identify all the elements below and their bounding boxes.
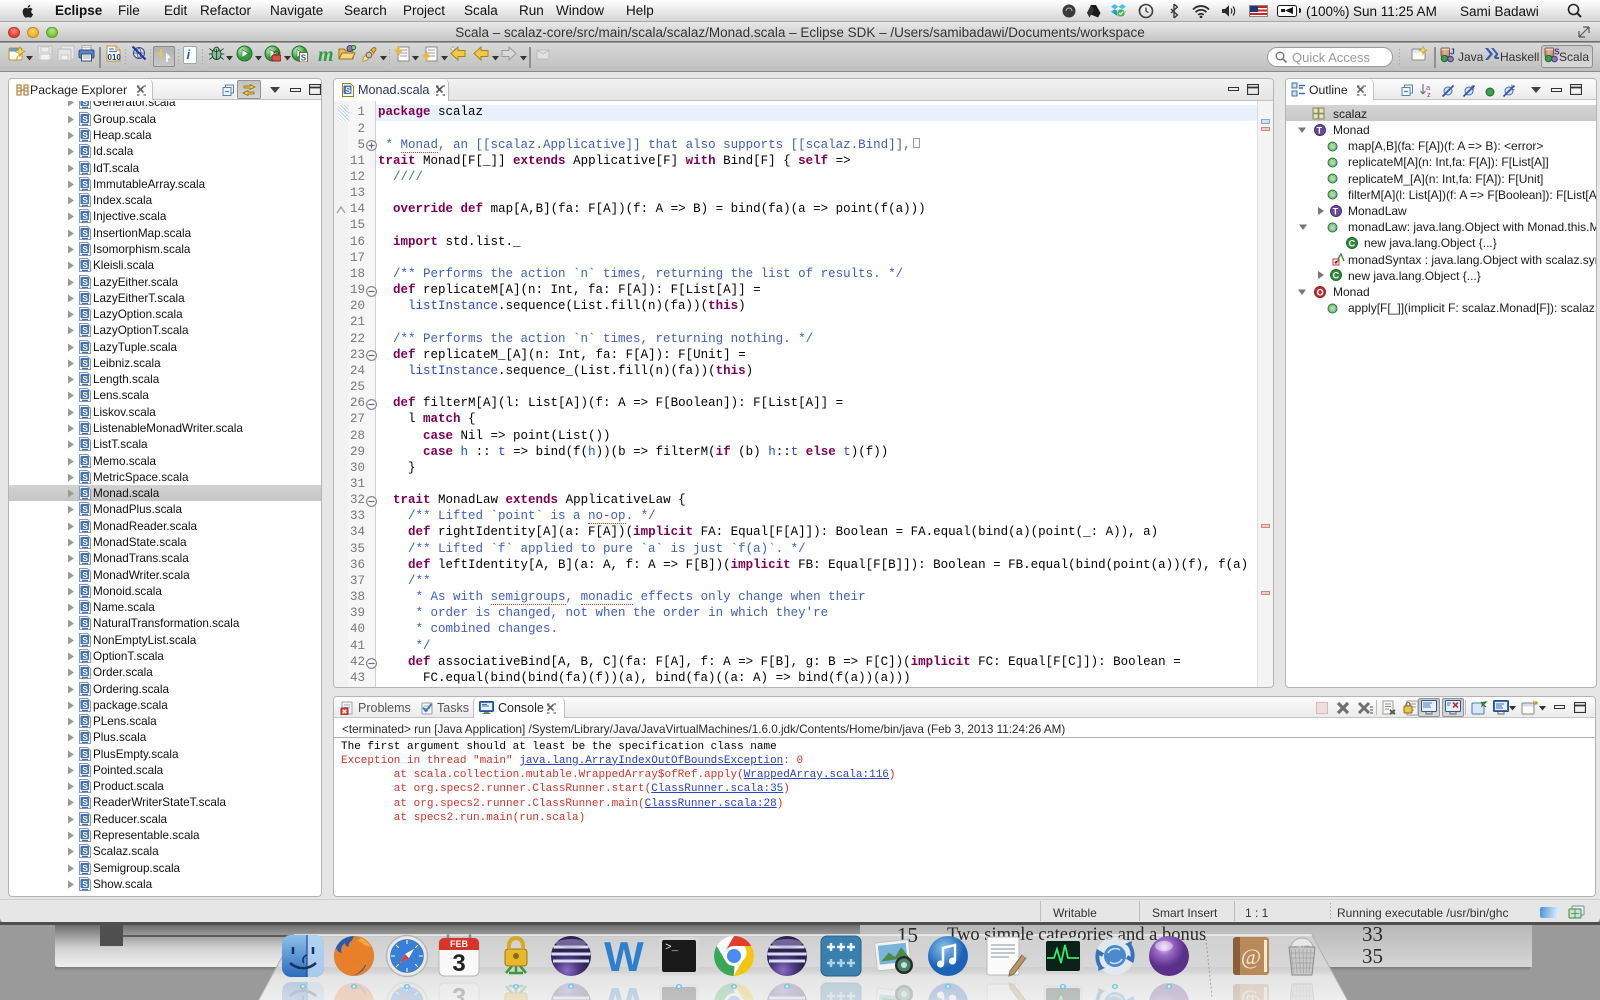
- svg-text:FEB: FEB: [450, 939, 469, 949]
- svg-text:S: S: [82, 472, 88, 482]
- svg-text:S: S: [82, 358, 88, 368]
- svg-text:010: 010: [108, 53, 122, 62]
- svg-text:O: O: [1317, 287, 1324, 297]
- svg-text:S: S: [82, 618, 88, 628]
- svg-text:S: S: [82, 113, 88, 123]
- svg-text:@: @: [1241, 944, 1261, 969]
- svg-text:S: S: [82, 227, 88, 237]
- svg-text:S: S: [82, 101, 88, 107]
- svg-text:S: S: [82, 276, 88, 286]
- svg-text:W: W: [604, 933, 644, 979]
- svg-text:S: S: [82, 325, 88, 335]
- svg-text:3: 3: [452, 982, 465, 1000]
- svg-text:S: S: [82, 520, 88, 530]
- svg-text:S: S: [82, 781, 88, 791]
- svg-text:S: S: [82, 569, 88, 579]
- svg-text:S: S: [82, 651, 88, 661]
- svg-text:S: S: [82, 423, 88, 433]
- svg-text:S: S: [82, 341, 88, 351]
- svg-text:S: S: [82, 211, 88, 221]
- svg-text:S: S: [82, 862, 88, 872]
- svg-text:J: J: [1450, 47, 1455, 57]
- svg-text:@: @: [1241, 990, 1261, 1000]
- svg-text:S: S: [82, 537, 88, 547]
- svg-text:S: S: [82, 830, 88, 840]
- svg-text:S: S: [82, 748, 88, 758]
- svg-text:S: S: [82, 130, 88, 140]
- svg-text:S: S: [82, 813, 88, 823]
- svg-text:W: W: [604, 980, 644, 1000]
- svg-text:S: S: [82, 732, 88, 742]
- svg-text:S: S: [82, 162, 88, 172]
- svg-text:S: S: [82, 716, 88, 726]
- svg-text:C: C: [1333, 271, 1340, 281]
- svg-text:S: S: [301, 54, 307, 63]
- svg-text:S: S: [82, 179, 88, 189]
- svg-text:S: S: [82, 846, 88, 856]
- svg-text:S: S: [82, 244, 88, 254]
- svg-text:S: S: [82, 309, 88, 319]
- svg-text:3: 3: [452, 950, 465, 977]
- svg-text:S: S: [82, 195, 88, 205]
- svg-text:S: S: [82, 602, 88, 612]
- svg-text:>_: >_: [665, 942, 679, 954]
- svg-text:S: S: [82, 553, 88, 563]
- svg-text:S: S: [82, 765, 88, 775]
- svg-text:S: S: [82, 146, 88, 156]
- svg-text:S: S: [345, 85, 351, 95]
- svg-text:S: S: [82, 879, 88, 889]
- svg-text:S: S: [82, 406, 88, 416]
- svg-text:S: S: [82, 455, 88, 465]
- svg-text:S: S: [82, 488, 88, 498]
- svg-text:S: S: [82, 293, 88, 303]
- svg-text:S: S: [82, 700, 88, 710]
- svg-text:z: z: [1427, 90, 1431, 98]
- svg-text:T: T: [1333, 206, 1339, 216]
- svg-text:S: S: [82, 390, 88, 400]
- svg-text:S: S: [82, 439, 88, 449]
- svg-text:S: S: [82, 667, 88, 677]
- svg-text:S: S: [82, 797, 88, 807]
- svg-text:S: S: [82, 260, 88, 270]
- svg-text:S: S: [82, 683, 88, 693]
- svg-text:S: S: [82, 374, 88, 384]
- svg-text:T: T: [1317, 125, 1323, 135]
- svg-text:S: S: [82, 504, 88, 514]
- svg-text:C: C: [1349, 238, 1356, 248]
- svg-text:S: S: [82, 586, 88, 596]
- svg-text:S: S: [82, 634, 88, 644]
